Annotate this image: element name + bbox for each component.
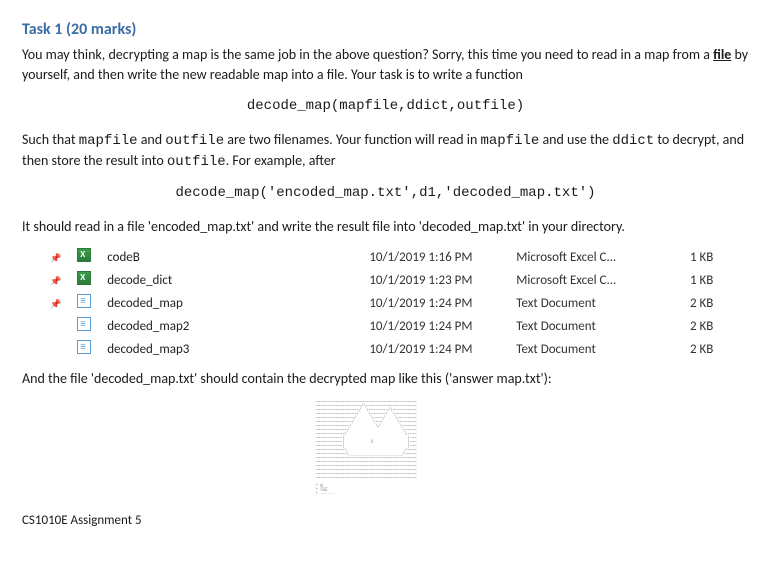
file-list-table: 📌 codeB10/1/2019 1:16 PMMicrosoft Excel C… — [42, 247, 749, 361]
excel-file-icon — [69, 247, 99, 270]
intro-paragraph: You may think, decrypting a map is the s… — [22, 45, 749, 86]
text-file-icon — [69, 316, 99, 339]
file-type: Text Document — [508, 293, 682, 316]
table-row[interactable]: 📌 codeB10/1/2019 1:16 PMMicrosoft Excel C… — [42, 247, 749, 270]
pin-icon: 📌 — [42, 270, 69, 293]
ascii-map-preview: ~~~~~~~~~~~~~~~~~~~~~~~~~~~~~~~~~~~~~~~~… — [316, 400, 456, 496]
code-signature: decode_map(mapfile,ddict,outfile) — [22, 96, 749, 116]
result-paragraph: It should read in a file 'encoded_map.tx… — [22, 217, 749, 237]
file-date: 10/1/2019 1:16 PM — [361, 247, 508, 270]
file-name: decode_dict — [99, 270, 361, 293]
file-size: 2 KB — [682, 316, 749, 339]
file-type: Text Document — [508, 339, 682, 362]
file-date: 10/1/2019 1:23 PM — [361, 270, 508, 293]
file-type: Microsoft Excel C... — [508, 247, 682, 270]
ascii-art: ~~~~~~~~~~~~~~~~~~~~~~~~~~~~~~~~~~~~~~~~… — [316, 400, 456, 496]
excel-file-icon — [69, 270, 99, 293]
code-example-call: decode_map('encoded_map.txt',d1,'decoded… — [22, 183, 749, 203]
file-date: 10/1/2019 1:24 PM — [361, 293, 508, 316]
table-row[interactable]: decoded_map310/1/2019 1:24 PMText Docume… — [42, 339, 749, 362]
table-row[interactable]: 📌 decoded_map10/1/2019 1:24 PMText Docume… — [42, 293, 749, 316]
file-size: 1 KB — [682, 270, 749, 293]
file-size: 2 KB — [682, 339, 749, 362]
pin-icon: 📌 — [42, 293, 69, 316]
text-file-icon — [69, 293, 99, 316]
file-size: 2 KB — [682, 293, 749, 316]
pin-icon — [42, 339, 69, 362]
file-name: decoded_map2 — [99, 316, 361, 339]
file-type: Microsoft Excel C... — [508, 270, 682, 293]
file-type: Text Document — [508, 316, 682, 339]
file-size: 1 KB — [682, 247, 749, 270]
output-paragraph: And the file 'decoded_map.txt' should co… — [22, 369, 749, 389]
description-paragraph: Such that mapfile and outfile are two fi… — [22, 130, 749, 173]
task-title: Task 1 (20 marks) — [22, 18, 749, 41]
table-row[interactable]: decoded_map210/1/2019 1:24 PMText Docume… — [42, 316, 749, 339]
file-name: codeB — [99, 247, 361, 270]
file-name: decoded_map3 — [99, 339, 361, 362]
table-row[interactable]: 📌 decode_dict10/1/2019 1:23 PMMicrosoft E… — [42, 270, 749, 293]
file-date: 10/1/2019 1:24 PM — [361, 339, 508, 362]
file-name: decoded_map — [99, 293, 361, 316]
file-date: 10/1/2019 1:24 PM — [361, 316, 508, 339]
pin-icon — [42, 316, 69, 339]
text-file-icon — [69, 339, 99, 362]
page-footer: CS1010E Assignment 5 — [22, 512, 749, 531]
pin-icon: 📌 — [42, 247, 69, 270]
